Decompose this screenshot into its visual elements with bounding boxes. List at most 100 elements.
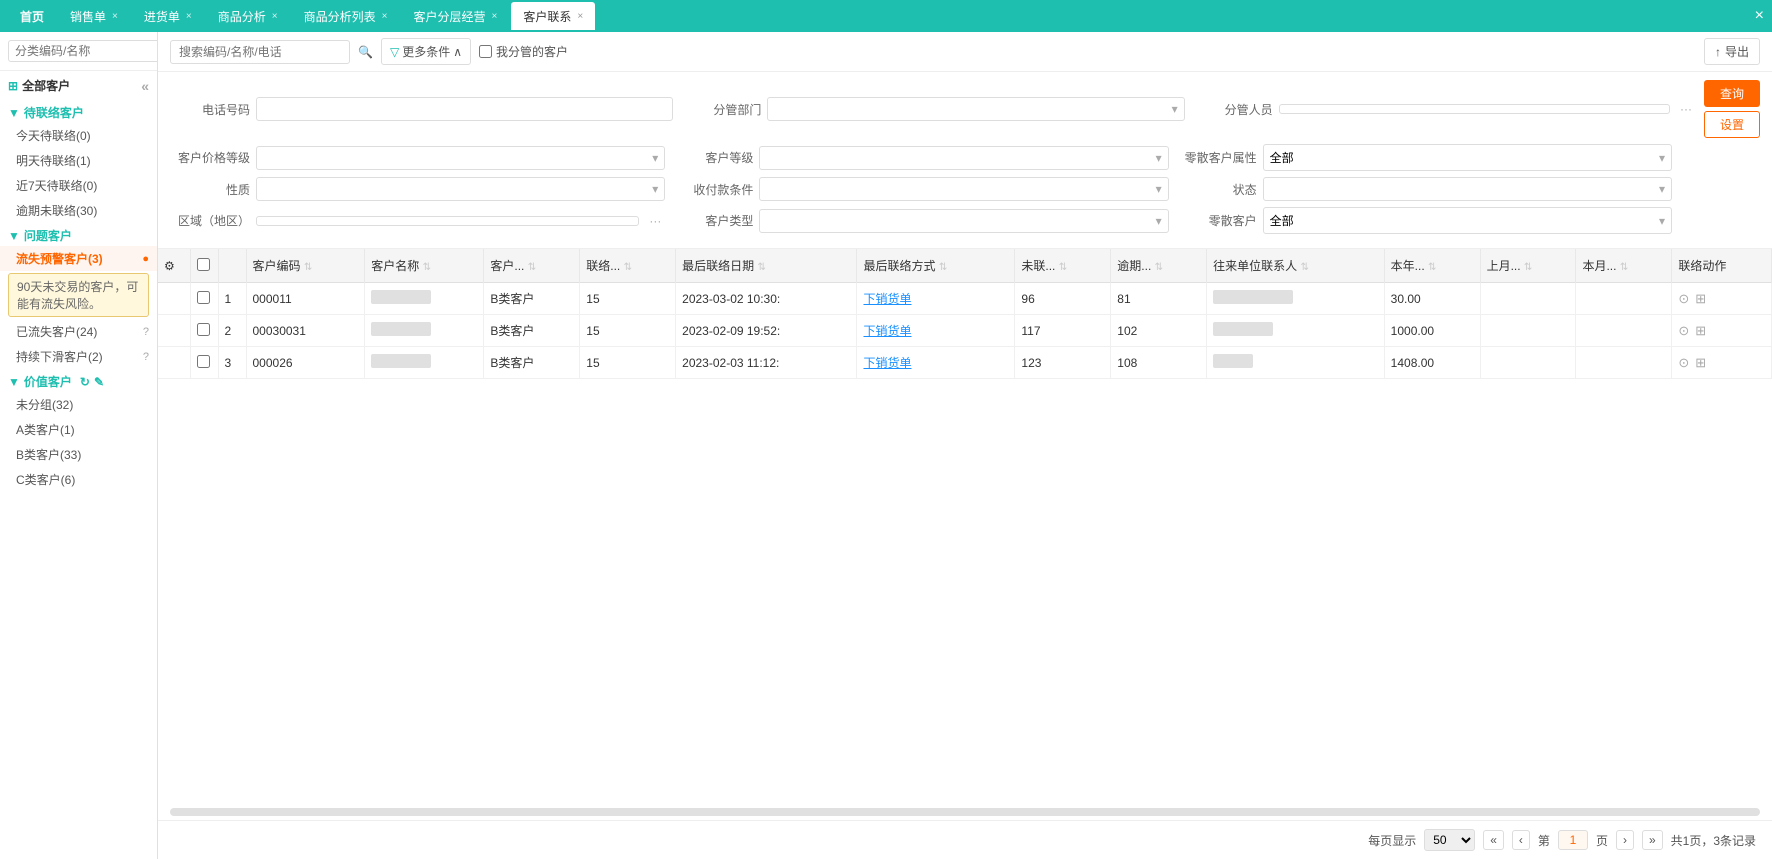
row3-checkbox[interactable]	[190, 347, 218, 379]
close-window-button[interactable]: ×	[1755, 7, 1764, 25]
all-customers-header[interactable]: ⊞ 全部客户 «	[0, 71, 157, 100]
col-this-month[interactable]: 本月... ⇅	[1576, 249, 1672, 283]
col-not-contacted[interactable]: 未联... ⇅	[1015, 249, 1111, 283]
region-select[interactable]	[256, 216, 639, 226]
row3-method-link[interactable]: 下销货单	[863, 356, 911, 370]
payment-select[interactable]: ▾	[759, 177, 1168, 201]
nav-tab-customer-contact[interactable]: 客户联系 ×	[511, 2, 595, 30]
horizontal-scrollbar[interactable]	[170, 808, 1760, 816]
col-code[interactable]: 客户编码 ⇅	[246, 249, 365, 283]
collapse-icon[interactable]: «	[141, 78, 149, 94]
first-page-btn[interactable]: «	[1483, 830, 1504, 850]
nav-tab-customer-segment[interactable]: 客户分层经营 ×	[401, 2, 509, 30]
close-purchase-icon[interactable]: ×	[186, 11, 192, 22]
page-number-input[interactable]	[1558, 830, 1588, 850]
sidebar-item-class-c[interactable]: C类客户(6)	[0, 467, 157, 492]
dept-select[interactable]: ▾	[767, 97, 1184, 121]
row1-last-method[interactable]: 下销货单	[857, 283, 1015, 315]
nature-select[interactable]: ▾	[256, 177, 665, 201]
row2-last-method[interactable]: 下销货单	[857, 315, 1015, 347]
manager-select[interactable]	[1279, 104, 1670, 114]
sidebar-search-input[interactable]	[8, 40, 158, 62]
col-last-month[interactable]: 上月... ⇅	[1480, 249, 1576, 283]
col-last-date[interactable]: 最后联络日期 ⇅	[676, 249, 857, 283]
col-last-method[interactable]: 最后联络方式 ⇅	[857, 249, 1015, 283]
row1-checkbox[interactable]	[190, 283, 218, 315]
nav-tab-analysis-list[interactable]: 商品分析列表 ×	[292, 2, 400, 30]
retail-attr-select[interactable]: 全部 ▾	[1263, 144, 1672, 171]
horizontal-scrollbar-container	[158, 804, 1772, 820]
sidebar-item-class-b[interactable]: B类客户(33)	[0, 442, 157, 467]
col-checkbox[interactable]	[190, 249, 218, 283]
nav-tab-purchase[interactable]: 进货单 ×	[132, 2, 204, 30]
customer-grade-select[interactable]: ▾	[759, 146, 1168, 170]
close-customer-contact-icon[interactable]: ×	[577, 11, 583, 22]
row2-checkbox[interactable]	[190, 315, 218, 347]
prev-page-btn[interactable]: ‹	[1512, 830, 1530, 850]
filter-search-input[interactable]	[170, 40, 350, 64]
nav-tab-sales[interactable]: 销售单 ×	[58, 2, 130, 30]
last-page-btn[interactable]: »	[1642, 830, 1663, 850]
value-customer-section[interactable]: ▼ 价值客户 ↻ ✎	[0, 369, 157, 392]
region-dots-icon[interactable]: ···	[645, 214, 665, 228]
col-this-year[interactable]: 本年... ⇅	[1384, 249, 1480, 283]
col-contact[interactable]: 联络... ⇅	[580, 249, 676, 283]
customer-type-select[interactable]: ▾	[759, 209, 1168, 233]
row2-grid-icon[interactable]: ⊞	[1695, 323, 1706, 339]
churn-tooltip: 90天未交易的客户，可能有流失风险。	[8, 273, 149, 317]
select-all-checkbox[interactable]	[197, 258, 210, 271]
col-overdue[interactable]: 逾期... ⇅	[1111, 249, 1207, 283]
sidebar-item-today[interactable]: 今天待联络(0)	[0, 123, 157, 148]
query-button[interactable]: 查询	[1704, 80, 1760, 107]
row2-method-link[interactable]: 下销货单	[863, 324, 911, 338]
row2-select[interactable]	[197, 323, 210, 336]
row1-grid-icon[interactable]: ⊞	[1695, 291, 1706, 307]
sidebar-item-unclassified[interactable]: 未分组(32)	[0, 392, 157, 417]
status-select[interactable]: ▾	[1263, 177, 1672, 201]
row1-code: 000011	[246, 283, 365, 315]
problem-customer-section[interactable]: ▼ 问题客户	[0, 223, 157, 246]
export-btn[interactable]: ↑ 导出	[1704, 38, 1760, 65]
customer-table: ⚙ 客户编码 ⇅ 客户名称 ⇅	[158, 249, 1772, 379]
close-analysis-icon[interactable]: ×	[272, 11, 278, 22]
phone-input[interactable]	[256, 97, 673, 121]
sidebar-item-churn-warning[interactable]: 流失预警客户(3) ●	[0, 246, 157, 271]
row3-last-method[interactable]: 下销货单	[857, 347, 1015, 379]
close-customer-segment-icon[interactable]: ×	[491, 11, 497, 22]
sidebar-item-declining[interactable]: 持续下滑客户(2) ?	[0, 344, 157, 369]
manager-dots-icon[interactable]: ···	[1676, 102, 1696, 116]
per-page-select[interactable]: 50 100 200	[1424, 829, 1475, 851]
next-page-btn[interactable]: ›	[1616, 830, 1634, 850]
price-grade-select[interactable]: ▾	[256, 146, 665, 170]
setting-button[interactable]: 设置	[1704, 111, 1760, 138]
pending-contact-section[interactable]: ▼ 待联络客户	[0, 100, 157, 123]
more-conditions-btn[interactable]: ▽ 更多条件 ∧	[381, 38, 471, 65]
retail-customer-arrow-icon: ▾	[1659, 214, 1665, 228]
close-analysis-list-icon[interactable]: ×	[382, 11, 388, 22]
close-sales-icon[interactable]: ×	[112, 11, 118, 22]
retail-customer-select[interactable]: 全部 ▾	[1263, 207, 1672, 234]
col-type[interactable]: 客户... ⇅	[484, 249, 580, 283]
row3-grid-icon[interactable]: ⊞	[1695, 355, 1706, 371]
row3-link-icon[interactable]: ⊙	[1678, 355, 1689, 371]
sidebar-item-class-a[interactable]: A类客户(1)	[0, 417, 157, 442]
col-unit-contact[interactable]: 往来单位联系人 ⇅	[1207, 249, 1385, 283]
row1-select[interactable]	[197, 291, 210, 304]
nav-tab-home[interactable]: 首页	[8, 2, 56, 30]
sidebar-content: ⊞ 全部客户 « ▼ 待联络客户 今天待联络(0) 明天待联络(1) 近7天待联…	[0, 71, 157, 859]
row1-method-link[interactable]: 下销货单	[863, 292, 911, 306]
sidebar-item-overdue[interactable]: 逾期未联络(30)	[0, 198, 157, 223]
nav-tab-analysis[interactable]: 商品分析 ×	[206, 2, 290, 30]
edit-icon[interactable]: ✎	[94, 375, 104, 389]
refresh-icon[interactable]: ↻	[80, 375, 90, 389]
my-customers-checkbox-label[interactable]: 我分管的客户	[479, 43, 568, 60]
col-settings[interactable]: ⚙	[158, 249, 190, 283]
row2-link-icon[interactable]: ⊙	[1678, 323, 1689, 339]
sidebar-item-lost[interactable]: 已流失客户(24) ?	[0, 319, 157, 344]
row1-link-icon[interactable]: ⊙	[1678, 291, 1689, 307]
sidebar-item-tomorrow[interactable]: 明天待联络(1)	[0, 148, 157, 173]
my-customers-checkbox[interactable]	[479, 45, 492, 58]
row3-select[interactable]	[197, 355, 210, 368]
sidebar-item-7days[interactable]: 近7天待联络(0)	[0, 173, 157, 198]
col-name[interactable]: 客户名称 ⇅	[365, 249, 484, 283]
